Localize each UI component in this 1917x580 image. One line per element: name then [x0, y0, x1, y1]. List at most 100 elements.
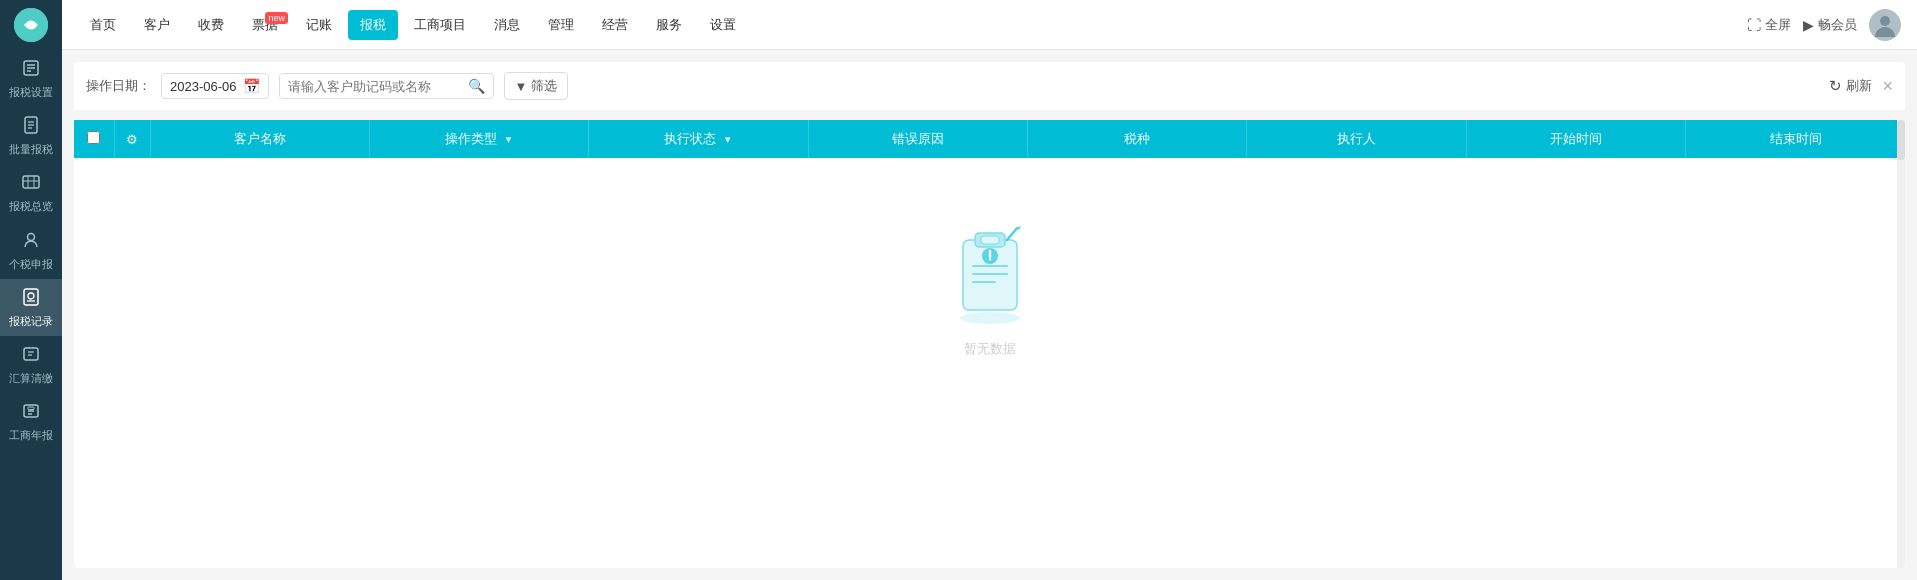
- sidebar-item-batch-tax[interactable]: 批量报税: [0, 107, 62, 164]
- nav-item-home[interactable]: 首页: [78, 10, 128, 40]
- empty-text: 暂无数据: [964, 340, 1016, 358]
- logo-area: [0, 0, 62, 50]
- th-exec-status[interactable]: 执行状态 ▼: [589, 120, 808, 158]
- personal-tax-icon: [21, 230, 41, 255]
- nav-item-settings[interactable]: 设置: [698, 10, 748, 40]
- nav-item-billing[interactable]: 收费: [186, 10, 236, 40]
- search-button[interactable]: 🔍: [460, 74, 493, 98]
- date-label: 操作日期：: [86, 77, 151, 95]
- fullscreen-button[interactable]: ⛶ 全屏: [1747, 16, 1791, 34]
- sidebar-tax-settings-label: 报税设置: [9, 86, 53, 99]
- filter-button[interactable]: ▼ 筛选: [504, 72, 569, 100]
- video-icon: ▶: [1803, 17, 1814, 33]
- refresh-label: 刷新: [1846, 77, 1872, 95]
- customer-name-header: 客户名称: [234, 131, 286, 146]
- svg-rect-22: [28, 407, 34, 410]
- nav-item-services[interactable]: 服务: [644, 10, 694, 40]
- th-error-reason: 错误原因: [808, 120, 1027, 158]
- nav-item-accounting[interactable]: 记账: [294, 10, 344, 40]
- svg-line-35: [1007, 228, 1017, 240]
- search-icon: 🔍: [468, 78, 485, 94]
- topnav-right: ⛶ 全屏 ▶ 畅会员: [1747, 9, 1901, 41]
- empty-state: 暂无数据: [74, 158, 1905, 418]
- empty-state-cell: 暂无数据: [74, 158, 1905, 418]
- nav-item-customers[interactable]: 客户: [132, 10, 182, 40]
- sidebar-item-tax-records[interactable]: 报税记录: [0, 279, 62, 336]
- content-area: 操作日期： 2023-06-06 📅 🔍 ▼ 筛选 ↻ 刷新 ×: [62, 50, 1917, 580]
- th-executor: 执行人: [1247, 120, 1466, 158]
- tax-settings-icon: [21, 58, 41, 83]
- svg-point-25: [960, 312, 1020, 324]
- svg-point-24: [1880, 16, 1890, 26]
- nav-item-messages[interactable]: 消息: [482, 10, 532, 40]
- end-time-header: 结束时间: [1770, 131, 1822, 146]
- nav-item-industry[interactable]: 工商项目: [402, 10, 478, 40]
- nav-item-invoices[interactable]: 票据 new: [240, 10, 290, 40]
- invoices-badge: new: [265, 12, 288, 25]
- operation-type-sort-icon: ▼: [503, 134, 513, 145]
- sidebar-annual-report-label: 工商年报: [9, 429, 53, 442]
- filter-label: 筛选: [531, 77, 557, 95]
- scrollbar-track: [1897, 120, 1905, 568]
- nav-item-tax[interactable]: 报税: [348, 10, 398, 40]
- tax-overview-icon: [21, 172, 41, 197]
- close-button[interactable]: ×: [1882, 77, 1893, 95]
- sidebar-batch-tax-label: 批量报税: [9, 143, 53, 156]
- executor-header: 执行人: [1337, 131, 1376, 146]
- date-value: 2023-06-06: [170, 79, 237, 94]
- sidebar-tax-overview-label: 报税总览: [9, 200, 53, 213]
- nav-item-management[interactable]: 管理: [536, 10, 586, 40]
- sidebar-item-settlement[interactable]: 汇算清缴: [0, 336, 62, 393]
- sidebar-item-tax-settings[interactable]: 报税设置: [0, 50, 62, 107]
- empty-state-row: 暂无数据: [74, 158, 1905, 418]
- data-table: ⚙ 客户名称 操作类型 ▼ 执行状态 ▼: [74, 120, 1905, 418]
- operation-type-header: 操作类型: [445, 131, 497, 146]
- settlement-icon: [21, 344, 41, 369]
- sidebar: 报税设置 批量报税 报税总览: [0, 0, 62, 580]
- calendar-icon: 📅: [243, 78, 260, 94]
- empty-clipboard-illustration: [945, 218, 1035, 328]
- annual-report-icon: [21, 401, 41, 426]
- start-time-header: 开始时间: [1550, 131, 1602, 146]
- table-body: 暂无数据: [74, 158, 1905, 418]
- search-input[interactable]: [280, 75, 460, 98]
- refresh-icon: ↻: [1829, 77, 1842, 95]
- member-button[interactable]: ▶ 畅会员: [1803, 16, 1857, 34]
- scrollbar-thumb[interactable]: [1897, 120, 1905, 160]
- batch-tax-icon: [21, 115, 41, 140]
- tax-records-icon: [21, 287, 41, 312]
- member-label: 畅会员: [1818, 16, 1857, 34]
- sidebar-tax-records-label: 报税记录: [9, 315, 53, 328]
- refresh-button[interactable]: ↻ 刷新: [1829, 77, 1872, 95]
- th-tax-type: 税种: [1028, 120, 1247, 158]
- svg-rect-15: [24, 289, 38, 305]
- sidebar-item-annual-report[interactable]: 工商年报: [0, 393, 62, 450]
- main-area: 首页 客户 收费 票据 new 记账 报税 工商项目 消息 管理 经营 服务 设…: [62, 0, 1917, 580]
- th-checkbox[interactable]: [74, 120, 114, 158]
- sidebar-item-tax-overview[interactable]: 报税总览: [0, 164, 62, 221]
- top-navigation: 首页 客户 收费 票据 new 记账 报税 工商项目 消息 管理 经营 服务 设…: [62, 0, 1917, 50]
- svg-point-34: [988, 258, 990, 260]
- user-avatar[interactable]: [1869, 9, 1901, 41]
- filter-icon: ▼: [515, 79, 528, 94]
- exec-status-sort-icon: ▼: [723, 134, 733, 145]
- fullscreen-icon: ⛶: [1747, 17, 1761, 33]
- svg-rect-18: [24, 348, 38, 360]
- svg-point-16: [28, 293, 34, 299]
- nav-item-operations[interactable]: 经营: [590, 10, 640, 40]
- table-container: ⚙ 客户名称 操作类型 ▼ 执行状态 ▼: [74, 120, 1905, 568]
- select-all-checkbox[interactable]: [87, 131, 100, 144]
- date-picker[interactable]: 2023-06-06 📅: [161, 73, 269, 99]
- th-end-time: 结束时间: [1686, 120, 1905, 158]
- settings-column-icon: ⚙: [126, 132, 138, 147]
- tax-type-header: 税种: [1124, 131, 1150, 146]
- exec-status-header: 执行状态: [664, 131, 716, 146]
- th-settings[interactable]: ⚙: [114, 120, 150, 158]
- th-operation-type[interactable]: 操作类型 ▼: [369, 120, 588, 158]
- error-reason-header: 错误原因: [892, 131, 944, 146]
- toolbar-right: ↻ 刷新 ×: [1829, 77, 1893, 95]
- sidebar-settlement-label: 汇算清缴: [9, 372, 53, 385]
- nav-items: 首页 客户 收费 票据 new 记账 报税 工商项目 消息 管理 经营 服务 设…: [78, 10, 1747, 40]
- sidebar-item-personal-tax[interactable]: 个税申报: [0, 222, 62, 279]
- svg-rect-10: [23, 176, 39, 188]
